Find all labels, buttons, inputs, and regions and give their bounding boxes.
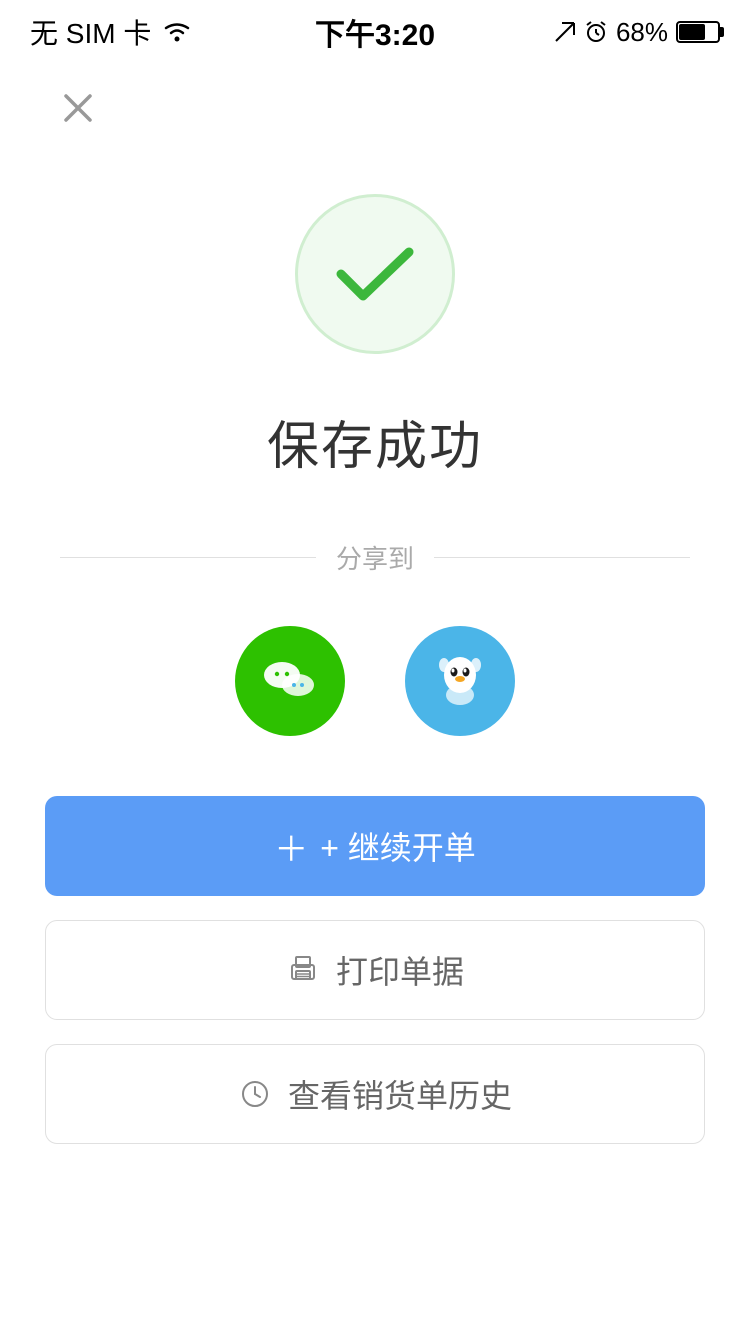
status-bar: 无 SIM 卡 下午3:20 68% — [0, 0, 750, 64]
close-icon — [60, 90, 96, 126]
success-title: 保存成功 — [267, 404, 483, 479]
history-label: 查看销货单历史 — [288, 1071, 512, 1117]
close-button[interactable] — [50, 80, 106, 136]
divider-right — [434, 557, 690, 558]
main-content: 保存成功 分享到 — [0, 64, 750, 1144]
battery-icon — [676, 21, 720, 43]
share-label: 分享到 — [316, 539, 434, 576]
share-icons — [235, 626, 515, 736]
wifi-icon — [161, 20, 193, 44]
print-button[interactable]: 打印单据 — [45, 920, 705, 1020]
continue-label: + 继续开单 — [320, 823, 476, 869]
action-buttons: ＋ + 继续开单 打印单据 — [45, 796, 705, 1144]
share-section: 分享到 — [0, 539, 750, 736]
alarm-icon — [584, 20, 608, 44]
battery-pct: 68% — [616, 17, 668, 48]
success-circle — [295, 194, 455, 354]
status-left: 无 SIM 卡 — [30, 12, 193, 52]
status-right: 68% — [554, 17, 720, 48]
share-divider: 分享到 — [0, 539, 750, 576]
divider-left — [60, 557, 316, 558]
location-icon — [554, 21, 576, 43]
wechat-icon — [256, 647, 324, 715]
checkmark-icon — [335, 244, 415, 304]
qq-icon — [426, 647, 494, 715]
qq-share-button[interactable] — [405, 626, 515, 736]
no-sim-label: 无 SIM 卡 — [30, 12, 151, 52]
printer-icon — [286, 953, 320, 987]
print-label: 打印单据 — [336, 947, 464, 993]
wechat-share-button[interactable] — [235, 626, 345, 736]
history-button[interactable]: 查看销货单历史 — [45, 1044, 705, 1144]
status-time: 下午3:20 — [315, 10, 435, 54]
continue-button[interactable]: ＋ + 继续开单 — [45, 796, 705, 896]
plus-icon: ＋ — [274, 822, 308, 871]
clock-history-icon — [238, 1077, 272, 1111]
